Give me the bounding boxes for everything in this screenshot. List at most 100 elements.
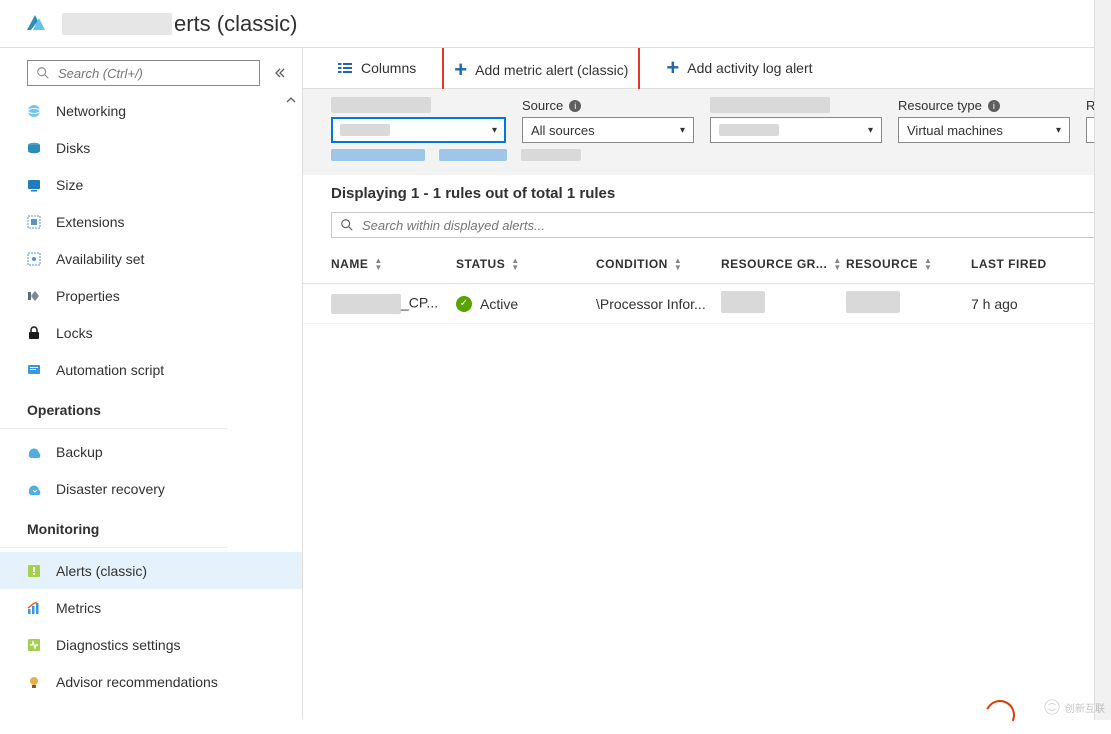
sidebar-item-availability-set[interactable]: Availability set (0, 240, 302, 277)
sidebar-item-networking[interactable]: Networking (0, 92, 302, 129)
sidebar-item-label: Diagnostics settings (56, 637, 181, 653)
source-label: Sourcei (522, 98, 694, 113)
sidebar-item-locks[interactable]: Locks (0, 314, 302, 351)
cell-resource (846, 291, 971, 316)
resource-type-label: Resource typei (898, 98, 1070, 113)
sidebar-item-disaster-recovery[interactable]: Disaster recovery (0, 470, 302, 507)
source-dropdown[interactable]: All sources▾ (522, 117, 694, 143)
collapse-sidebar-button[interactable] (272, 65, 288, 81)
results-search-input[interactable] (362, 218, 1102, 233)
sidebar-item-label: Properties (56, 288, 120, 304)
chevron-double-left-icon (274, 67, 286, 79)
watermark: 创新互联 (1043, 698, 1105, 716)
cell-last-fired: 7 h ago (971, 296, 1091, 312)
sort-icon: ▲▼ (924, 257, 932, 271)
sort-icon: ▲▼ (511, 257, 519, 271)
add-activity-label: Add activity log alert (687, 60, 812, 76)
network-icon (26, 103, 42, 119)
add-activity-log-alert-button[interactable]: + Add activity log alert (660, 52, 818, 84)
sidebar-item-label: Extensions (56, 214, 124, 230)
sidebar: Networking Disks Size Extensions Availabilit… (0, 48, 303, 719)
sidebar-item-advisor-recommendations[interactable]: Advisor recommendations (0, 663, 302, 700)
col-resource-group[interactable]: RESOURCE GR...▲▼ (721, 257, 846, 271)
chevron-down-icon: ▾ (492, 125, 497, 136)
col-last-fired[interactable]: LAST FIRED (971, 257, 1091, 271)
sidebar-item-disks[interactable]: Disks (0, 129, 302, 166)
properties-icon (26, 288, 42, 304)
sidebar-item-label: Advisor recommendations (56, 674, 218, 690)
sidebar-search-input[interactable] (58, 66, 251, 81)
content-area: Columns + Add metric alert (classic) + A… (303, 48, 1111, 719)
results-summary: Displaying 1 - 1 rules out of total 1 ru… (303, 175, 1111, 212)
sidebar-item-alerts-classic[interactable]: Alerts (classic) (0, 552, 302, 589)
add-metric-alert-button[interactable]: + Add metric alert (classic) (442, 48, 640, 95)
azure-logo-icon (24, 12, 48, 36)
subscription-dropdown[interactable]: ▾ (331, 117, 506, 143)
diagnostics-icon (26, 637, 42, 653)
sort-icon: ▲▼ (833, 257, 841, 271)
script-icon (26, 362, 42, 378)
metrics-icon (26, 600, 42, 616)
plus-icon: + (666, 57, 679, 79)
watermark-icon (1043, 698, 1061, 716)
sidebar-item-metrics[interactable]: Metrics (0, 589, 302, 626)
sidebar-item-diagnostics-settings[interactable]: Diagnostics settings (0, 626, 302, 663)
resource-type-dropdown[interactable]: Virtual machines▾ (898, 117, 1070, 143)
table-row[interactable]: _CP...✓Active\Processor Infor... 7 h ago (303, 284, 1111, 324)
vertical-scrollbar[interactable] (1094, 0, 1111, 720)
sidebar-item-properties[interactable]: Properties (0, 277, 302, 314)
lock-icon (26, 325, 42, 341)
sidebar-item-label: Disks (56, 140, 90, 156)
resource-group-dropdown[interactable]: ▾ (710, 117, 882, 143)
redacted-label (710, 97, 830, 113)
sidebar-item-label: Alerts (classic) (56, 563, 147, 579)
backup-icon (26, 444, 42, 460)
page-header: erts (classic) (0, 0, 1111, 48)
scroll-up-arrow[interactable] (286, 92, 298, 104)
search-icon (36, 66, 50, 80)
chevron-down-icon: ▾ (868, 125, 873, 136)
sidebar-item-label: Automation script (56, 362, 164, 378)
sidebar-item-size[interactable]: Size (0, 166, 302, 203)
cell-resource-group (721, 291, 846, 316)
page-title: erts (classic) (174, 11, 297, 37)
col-condition[interactable]: CONDITION▲▼ (596, 257, 721, 271)
sidebar-search[interactable] (27, 60, 260, 86)
columns-button[interactable]: Columns (331, 52, 422, 84)
toolbar: Columns + Add metric alert (classic) + A… (303, 48, 1111, 89)
chevron-down-icon: ▾ (1056, 125, 1061, 136)
info-icon[interactable]: i (988, 100, 1000, 112)
disks-icon (26, 140, 42, 156)
sidebar-item-label: Metrics (56, 600, 101, 616)
sidebar-nav: Networking Disks Size Extensions Availabilit… (0, 92, 302, 719)
advisor-icon (26, 674, 42, 690)
cell-condition: \Processor Infor... (596, 296, 721, 312)
sidebar-item-label: Size (56, 177, 83, 193)
columns-icon (337, 60, 353, 76)
sidebar-item-label: Availability set (56, 251, 144, 267)
redacted-label (331, 97, 431, 113)
col-status[interactable]: STATUS▲▼ (456, 257, 596, 271)
sidebar-item-automation-script[interactable]: Automation script (0, 351, 302, 388)
sidebar-item-label: Disaster recovery (56, 481, 165, 497)
sidebar-item-label: Networking (56, 103, 126, 119)
info-icon[interactable]: i (569, 100, 581, 112)
cell-status: ✓Active (456, 296, 596, 312)
redacted-chip (331, 149, 425, 161)
search-icon (340, 218, 354, 232)
sort-icon: ▲▼ (374, 257, 382, 271)
table-header: NAME▲▼ STATUS▲▼ CONDITION▲▼ RESOURCE GR.… (303, 244, 1111, 284)
redacted-chip (521, 149, 581, 161)
cell-name: _CP... (331, 294, 456, 314)
plus-icon: + (454, 59, 467, 81)
sidebar-item-backup[interactable]: Backup (0, 433, 302, 470)
redacted-title-prefix (62, 13, 172, 35)
col-resource[interactable]: RESOURCE▲▼ (846, 257, 971, 271)
sidebar-item-extensions[interactable]: Extensions (0, 203, 302, 240)
nav-section-header: Operations (0, 388, 228, 429)
extensions-icon (26, 214, 42, 230)
availability-icon (26, 251, 42, 267)
filter-bar: ▾ Sourcei All sources▾ ▾ Resource ty (303, 89, 1111, 175)
col-name[interactable]: NAME▲▼ (331, 257, 456, 271)
results-search[interactable] (331, 212, 1111, 238)
